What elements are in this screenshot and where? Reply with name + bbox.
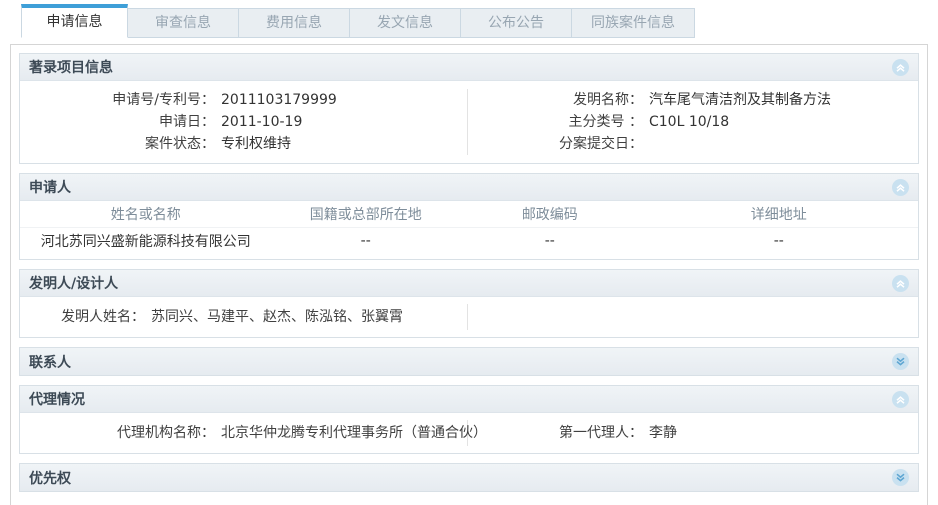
inventor-names: 苏同兴、马建平、赵杰、陈泓铭、张翼霄 [151,309,403,325]
field-application-number: 申请号/专利号： 2011103179999 [20,89,467,111]
collapse-up-icon[interactable] [892,390,909,408]
field-label: 申请号/专利号： [112,92,215,108]
field-label: 发明名称： [573,92,643,108]
section-applicant: 申请人 姓名或名称 国籍或总部所在地 邮政编码 详细地址 河北苏同兴盛新能源科技… [19,173,919,260]
section-inventor-header: 发明人/设计人 [20,270,918,297]
collapse-up-icon[interactable] [892,274,909,292]
field-label: 代理机构名称： [117,425,215,441]
field-label: 第一代理人： [559,425,643,441]
tab-application-info[interactable]: 申请信息 [21,4,128,38]
applicant-address-cell: -- [773,233,784,249]
section-bibliographic-header: 著录项目信息 [20,54,918,81]
field-value: 2011-10-19 [221,114,303,130]
tab-family-case-info[interactable]: 同族案件信息 [571,8,695,38]
section-bibliographic: 著录项目信息 申请号/专利号： 2011103179999 申请日： 2011-… [19,53,919,164]
field-label: 发明人姓名： [61,309,145,325]
bibliographic-left-column: 申请号/专利号： 2011103179999 申请日： 2011-10-19 案… [20,89,468,155]
section-contact: 联系人 [19,347,919,376]
inventor-names-field: 发明人姓名： 苏同兴、马建平、赵杰、陈泓铭、张翼霄 [20,304,468,330]
field-value: 2011103179999 [221,92,337,108]
section-priority: 优先权 [19,463,919,492]
field-divisional-filing-date: 分案提交日： [468,133,918,155]
field-label: 申请日： [159,114,215,130]
applicant-name-cell: 河北苏同兴盛新能源科技有限公司 [20,233,271,251]
section-priority-header: 优先权 [20,464,918,491]
first-agent-field: 第一代理人： 李静 [468,420,918,446]
expand-down-icon[interactable] [892,353,909,370]
field-case-status: 案件状态： 专利权维持 [20,133,467,155]
bibliographic-content: 申请号/专利号： 2011103179999 申请日： 2011-10-19 案… [20,81,918,163]
agency-name: 北京华仲龙腾专利代理事务所（普通合伙） [221,425,487,441]
column-header-address: 详细地址 [750,207,807,223]
tab-publication-announcement[interactable]: 公布公告 [460,8,572,38]
section-title: 代理情况 [29,392,85,408]
agency-name-field: 代理机构名称： 北京华仲龙腾专利代理事务所（普通合伙） [20,420,487,446]
first-agent-name: 李静 [649,425,677,441]
field-value: 汽车尾气清洁剂及其制备方法 [649,92,831,108]
column-header-postal-code: 邮政编码 [521,207,578,223]
applicant-table: 姓名或名称 国籍或总部所在地 邮政编码 详细地址 河北苏同兴盛新能源科技有限公司… [20,201,918,259]
applicant-postal-code-cell: -- [544,233,555,249]
column-header-name: 姓名或名称 [110,207,181,223]
section-agency: 代理情况 代理机构名称： 北京华仲龙腾专利代理事务所（普通合伙） 第一代理人： … [19,385,919,454]
section-agency-header: 代理情况 [20,386,918,413]
tab-bar: 申请信息 审查信息 费用信息 发文信息 公布公告 同族案件信息 [21,4,938,38]
section-applicant-header: 申请人 [20,174,918,201]
inventor-right-empty [468,304,918,330]
field-invention-title: 发明名称： 汽车尾气清洁剂及其制备方法 [468,89,918,111]
field-value: C10L 10/18 [649,114,730,130]
agency-content: 代理机构名称： 北京华仲龙腾专利代理事务所（普通合伙） 第一代理人： 李静 [20,413,918,453]
collapse-up-icon[interactable] [892,58,909,76]
section-inventor: 发明人/设计人 发明人姓名： 苏同兴、马建平、赵杰、陈泓铭、张翼霄 [19,269,919,338]
column-header-nationality: 国籍或总部所在地 [309,207,422,223]
field-value: 专利权维持 [221,136,291,152]
field-main-classification: 主分类号 ： C10L 10/18 [468,111,918,133]
application-info-panel: 著录项目信息 申请号/专利号： 2011103179999 申请日： 2011-… [10,44,928,505]
section-title: 联系人 [29,354,71,371]
section-title: 申请人 [29,180,71,196]
collapse-up-icon[interactable] [892,178,909,196]
field-label: 主分类号 ： [568,114,643,130]
applicant-table-header: 姓名或名称 国籍或总部所在地 邮政编码 详细地址 [20,201,918,227]
bibliographic-right-column: 发明名称： 汽车尾气清洁剂及其制备方法 主分类号 ： C10L 10/18 分案… [468,89,918,155]
inventor-content: 发明人姓名： 苏同兴、马建平、赵杰、陈泓铭、张翼霄 [20,297,918,337]
field-label: 案件状态： [145,136,215,152]
applicant-name: 河北苏同兴盛新能源科技有限公司 [40,234,251,250]
table-row: 河北苏同兴盛新能源科技有限公司 -- -- -- [20,227,918,259]
expand-down-icon[interactable] [892,469,909,486]
section-contact-header: 联系人 [20,348,918,375]
section-title: 发明人/设计人 [29,276,119,292]
tab-issued-documents-info[interactable]: 发文信息 [349,8,461,38]
tab-fee-info[interactable]: 费用信息 [238,8,350,38]
applicant-nationality-cell: -- [360,233,371,249]
field-application-date: 申请日： 2011-10-19 [20,111,467,133]
tab-examination-info[interactable]: 审查信息 [127,8,239,38]
section-title: 优先权 [29,470,71,487]
section-title: 著录项目信息 [29,60,113,76]
field-label: 分案提交日： [559,136,643,152]
